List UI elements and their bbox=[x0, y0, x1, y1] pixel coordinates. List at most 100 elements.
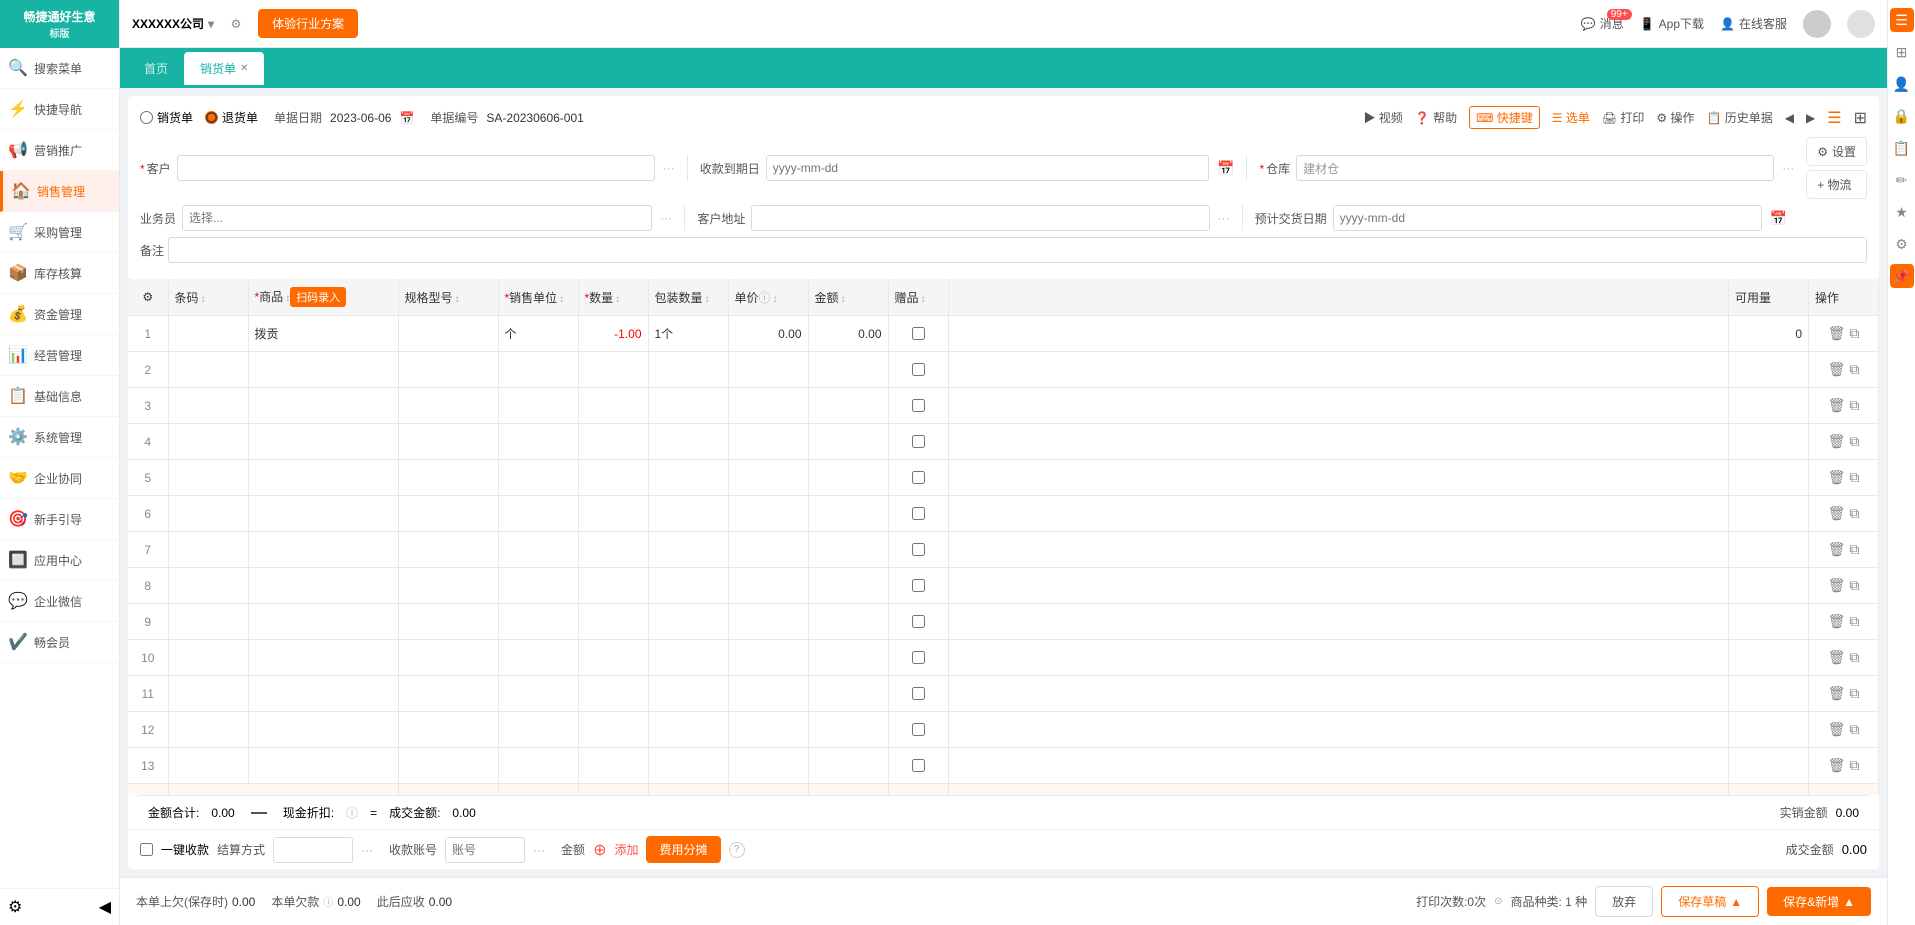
delete-icon-3[interactable]: 🗑 bbox=[1828, 433, 1846, 450]
rt-grid-icon[interactable]: ⊞ bbox=[1890, 40, 1914, 64]
copy-icon-1[interactable]: ⧉ bbox=[1849, 361, 1859, 378]
row-pkgqty-5[interactable] bbox=[648, 496, 728, 532]
customer-input[interactable] bbox=[177, 155, 655, 181]
row-amount-11[interactable] bbox=[808, 712, 888, 748]
row-qty-4[interactable] bbox=[578, 460, 648, 496]
row-gift-4[interactable] bbox=[888, 460, 948, 496]
row-unit-5[interactable] bbox=[498, 496, 578, 532]
sidebar-item-10[interactable]: 🤝企业协同 bbox=[0, 458, 119, 499]
list-view-icon[interactable]: ☰ bbox=[1827, 108, 1841, 128]
row-gift-2[interactable] bbox=[888, 388, 948, 424]
sidebar-item-5[interactable]: 📦库存核算 bbox=[0, 253, 119, 294]
row-gift-8[interactable] bbox=[888, 604, 948, 640]
copy-icon-6[interactable]: ⧉ bbox=[1849, 541, 1859, 558]
row-gift-0[interactable] bbox=[888, 316, 948, 352]
sidebar-item-8[interactable]: 📋基础信息 bbox=[0, 376, 119, 417]
row-unit-10[interactable] bbox=[498, 676, 578, 712]
row-gift-5[interactable] bbox=[888, 496, 948, 532]
row-memo-3[interactable] bbox=[948, 424, 1729, 460]
account-input[interactable] bbox=[445, 837, 525, 863]
next-icon[interactable]: ▶ bbox=[1806, 111, 1815, 125]
sidebar-item-0[interactable]: 🔍搜索菜单 bbox=[0, 48, 119, 89]
row-memo-11[interactable] bbox=[948, 712, 1729, 748]
row-memo-5[interactable] bbox=[948, 496, 1729, 532]
row-product-12[interactable] bbox=[248, 748, 398, 784]
row-spec-8[interactable] bbox=[398, 604, 498, 640]
row-qty-0[interactable]: -1.00 bbox=[578, 316, 648, 352]
logistics-button[interactable]: + 物流 bbox=[1806, 170, 1867, 199]
rt-edit-icon[interactable]: ✏ bbox=[1890, 168, 1914, 192]
row-amount-3[interactable] bbox=[808, 424, 888, 460]
gift-checkbox-3[interactable] bbox=[912, 435, 925, 448]
row-product-4[interactable] bbox=[248, 460, 398, 496]
row-pkgqty-6[interactable] bbox=[648, 532, 728, 568]
row-pkgqty-4[interactable] bbox=[648, 460, 728, 496]
row-product-1[interactable] bbox=[248, 352, 398, 388]
row-amount-9[interactable] bbox=[808, 640, 888, 676]
row-spec-11[interactable] bbox=[398, 712, 498, 748]
delete-icon-1[interactable]: 🗑 bbox=[1828, 361, 1846, 378]
row-unit-1[interactable] bbox=[498, 352, 578, 388]
row-unit-4[interactable] bbox=[498, 460, 578, 496]
topbar-gear-icon[interactable]: ⚙ bbox=[222, 10, 250, 38]
rt-lock-icon[interactable]: 🔒 bbox=[1890, 104, 1914, 128]
sidebar-item-11[interactable]: 🎯新手引导 bbox=[0, 499, 119, 540]
row-product-2[interactable] bbox=[248, 388, 398, 424]
row-barcode-6[interactable] bbox=[168, 532, 248, 568]
sidebar-item-3[interactable]: 🏠销售管理 bbox=[0, 171, 119, 212]
row-amount-5[interactable] bbox=[808, 496, 888, 532]
row-spec-4[interactable] bbox=[398, 460, 498, 496]
sidebar-item-14[interactable]: ✔️畅会员 bbox=[0, 622, 119, 663]
row-qty-2[interactable] bbox=[578, 388, 648, 424]
table-wrapper[interactable]: ⚙ 条码↕ *商品↕扫码录入 规格型号↕ *销售单位↕ *数量↕ 包装数量↕ 单… bbox=[128, 279, 1879, 795]
row-memo-0[interactable] bbox=[948, 316, 1729, 352]
row-memo-10[interactable] bbox=[948, 676, 1729, 712]
sidebar-item-7[interactable]: 📊经营管理 bbox=[0, 335, 119, 376]
save-new-arrow[interactable]: ▲ bbox=[1843, 895, 1855, 909]
row-amount-4[interactable] bbox=[808, 460, 888, 496]
payment-due-calendar-icon[interactable]: 📅 bbox=[1217, 160, 1234, 177]
row-pkgqty-2[interactable] bbox=[648, 388, 728, 424]
row-barcode-4[interactable] bbox=[168, 460, 248, 496]
row-product-10[interactable] bbox=[248, 676, 398, 712]
sidebar-item-2[interactable]: 📢营销推广 bbox=[0, 130, 119, 171]
row-spec-5[interactable] bbox=[398, 496, 498, 532]
row-pkgqty-9[interactable] bbox=[648, 640, 728, 676]
radio-return-input[interactable] bbox=[205, 111, 218, 124]
settlement-dots[interactable]: ··· bbox=[361, 843, 373, 857]
setting-button[interactable]: ⚙ 设置 bbox=[1806, 137, 1867, 166]
row-price-4[interactable] bbox=[728, 460, 808, 496]
radio-sale[interactable]: 销货单 bbox=[140, 109, 193, 126]
copy-icon-5[interactable]: ⧉ bbox=[1849, 505, 1859, 522]
sidebar-collapse-icon[interactable]: ◀ bbox=[99, 897, 111, 917]
row-qty-9[interactable] bbox=[578, 640, 648, 676]
rt-table-icon[interactable]: 📋 bbox=[1890, 136, 1914, 160]
copy-icon-0[interactable]: ⧉ bbox=[1849, 325, 1859, 342]
copy-icon-12[interactable]: ⧉ bbox=[1849, 757, 1859, 774]
gift-checkbox-10[interactable] bbox=[912, 687, 925, 700]
row-qty-3[interactable] bbox=[578, 424, 648, 460]
operate-btn[interactable]: ⚙ 操作 bbox=[1656, 109, 1694, 126]
footer-help-icon[interactable]: ? bbox=[729, 842, 745, 858]
row-unit-11[interactable] bbox=[498, 712, 578, 748]
row-unit-6[interactable] bbox=[498, 532, 578, 568]
customer-addr-input[interactable] bbox=[751, 205, 1209, 231]
gift-checkbox-1[interactable] bbox=[912, 363, 925, 376]
expense-split-button[interactable]: 费用分摊 bbox=[646, 836, 720, 863]
scan-button[interactable]: 扫码录入 bbox=[290, 287, 346, 307]
account-dots[interactable]: ··· bbox=[533, 843, 545, 857]
copy-icon-4[interactable]: ⧉ bbox=[1849, 469, 1859, 486]
row-product-8[interactable] bbox=[248, 604, 398, 640]
delete-icon-0[interactable]: 🗑 bbox=[1828, 325, 1846, 342]
user-avatar-2[interactable] bbox=[1847, 10, 1875, 38]
copy-icon-3[interactable]: ⧉ bbox=[1849, 433, 1859, 450]
sidebar-item-13[interactable]: 💬企业微信 bbox=[0, 581, 119, 622]
row-unit-12[interactable] bbox=[498, 748, 578, 784]
row-barcode-10[interactable] bbox=[168, 676, 248, 712]
gift-checkbox-5[interactable] bbox=[912, 507, 925, 520]
sidebar-item-6[interactable]: 💰资金管理 bbox=[0, 294, 119, 335]
price-info-icon[interactable]: ⓘ bbox=[759, 291, 771, 305]
row-pkgqty-1[interactable] bbox=[648, 352, 728, 388]
gift-checkbox-12[interactable] bbox=[912, 759, 925, 772]
row-product-7[interactable] bbox=[248, 568, 398, 604]
